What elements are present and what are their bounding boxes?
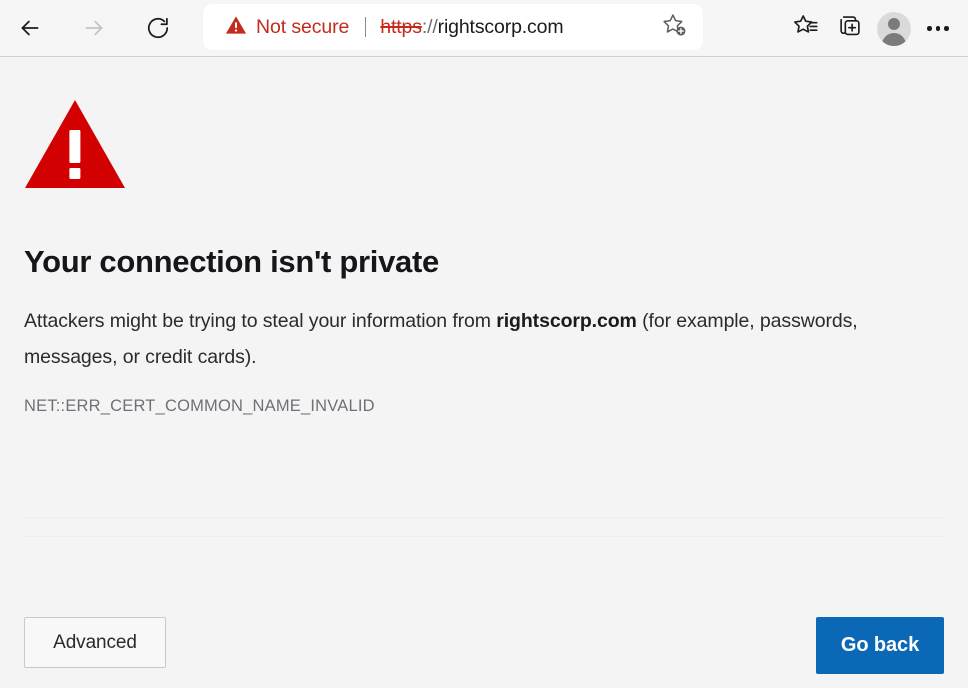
url-scheme: https [380, 15, 422, 38]
page-artifact-line [24, 536, 944, 537]
star-list-icon [792, 12, 820, 45]
url-host: rightscorp.com [437, 15, 564, 38]
page-artifact-line [24, 517, 944, 518]
profile-button[interactable] [872, 7, 916, 51]
ellipsis-icon [927, 26, 949, 31]
avatar-head [888, 17, 900, 30]
avatar-body [882, 32, 906, 46]
error-description-prefix: Attackers might be trying to steal your … [24, 310, 497, 332]
favorites-button[interactable] [784, 7, 828, 51]
reload-button[interactable] [138, 8, 178, 48]
error-code: NET::ERR_CERT_COMMON_NAME_INVALID [24, 397, 375, 415]
page-title: Your connection isn't private [24, 244, 439, 279]
forward-button[interactable] [74, 8, 114, 48]
reload-icon [145, 15, 171, 41]
avatar-icon [877, 11, 911, 46]
arrow-right-icon [81, 15, 107, 41]
advanced-button[interactable]: Advanced [24, 617, 166, 668]
collections-plus-icon [836, 12, 864, 45]
arrow-left-icon [17, 15, 43, 41]
error-page: Your connection isn't private Attackers … [0, 57, 968, 688]
url-separator: :// [421, 15, 438, 38]
red-warning-triangle-icon [24, 98, 126, 195]
error-description-host: rightscorp.com [496, 310, 637, 332]
star-plus-icon [661, 12, 687, 43]
back-button[interactable] [10, 8, 50, 48]
address-bar[interactable]: Not secure https://rightscorp.com [203, 4, 703, 50]
toolbar-right-group [784, 0, 960, 57]
go-back-button[interactable]: Go back [816, 617, 944, 674]
address-bar-divider [365, 17, 367, 37]
collections-button[interactable] [828, 7, 872, 51]
security-indicator[interactable]: Not secure [225, 14, 349, 41]
error-description: Attackers might be trying to steal your … [24, 303, 940, 375]
settings-and-more-button[interactable] [916, 7, 960, 51]
browser-toolbar: Not secure https://rightscorp.com [0, 0, 968, 57]
url-text[interactable]: https://rightscorp.com [380, 16, 563, 39]
security-label: Not secure [256, 15, 350, 38]
warning-triangle-icon [225, 14, 247, 41]
add-favorite-button[interactable] [657, 10, 691, 44]
